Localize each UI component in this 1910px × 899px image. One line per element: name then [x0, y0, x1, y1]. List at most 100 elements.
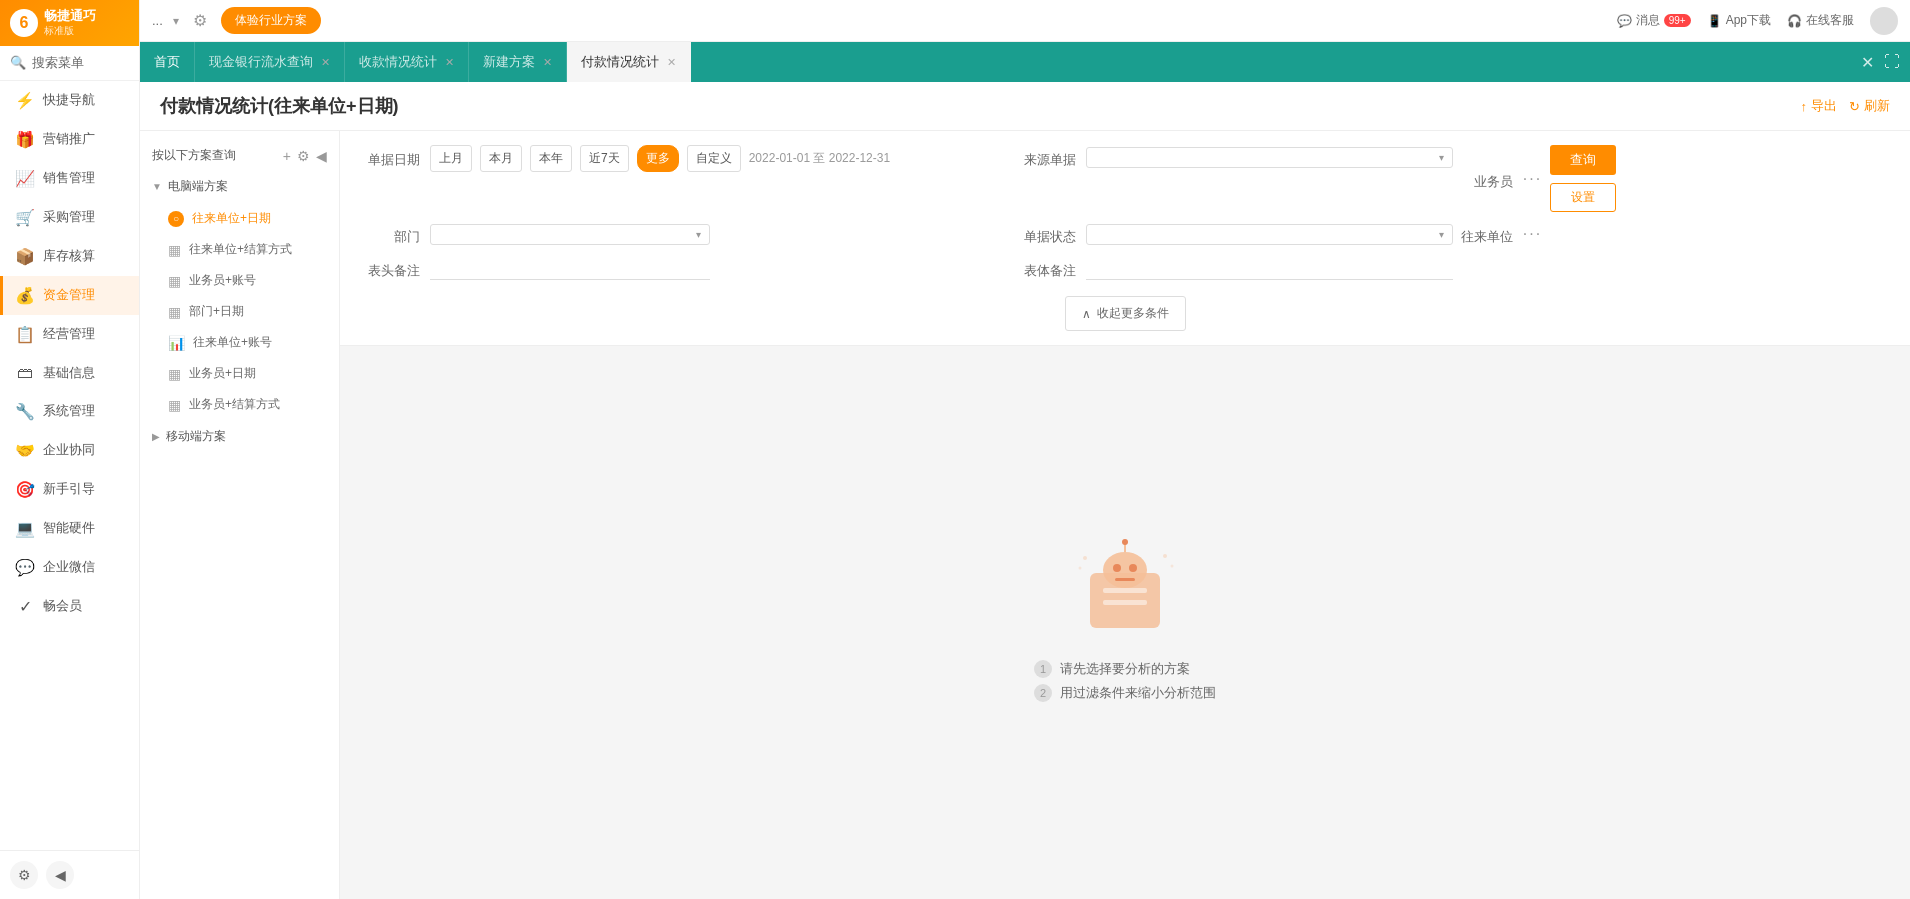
online-service-btn[interactable]: 🎧 在线客服 [1787, 12, 1854, 29]
settings-button[interactable]: 设置 [1550, 183, 1616, 212]
trial-btn[interactable]: 体验行业方案 [221, 7, 321, 34]
message-btn[interactable]: 💬 消息 99+ [1617, 12, 1691, 29]
header-note-input[interactable] [430, 257, 710, 280]
scheme-group-desktop: ▼ 电脑端方案 ○ 往来单位+日期 ▦ 往来单位+结算方式 ▦ 业务员+账号 [140, 170, 339, 420]
date-btn-custom[interactable]: 自定义 [687, 145, 741, 172]
tab-new[interactable]: 新建方案 ✕ [469, 42, 567, 82]
staff-select-dots[interactable]: ··· [1523, 170, 1542, 188]
sidebar-item-label: 营销推广 [43, 130, 95, 148]
app-version: 标准版 [44, 24, 96, 38]
scheme-settings-icon[interactable]: ⚙ [297, 148, 310, 164]
sidebar-item-operation[interactable]: 📋 经营管理 [0, 315, 139, 354]
tab-payment-close[interactable]: ✕ [667, 56, 676, 69]
staff-label: 业务员 [1453, 167, 1523, 191]
sidebar-item-system[interactable]: 🔧 系统管理 [0, 392, 139, 431]
svg-point-3 [1129, 564, 1137, 572]
tab-home[interactable]: 首页 [140, 42, 195, 82]
scheme-add-icon[interactable]: + [283, 148, 291, 164]
scheme-item-partner-date[interactable]: ○ 往来单位+日期 [140, 203, 339, 234]
scheme-item-partner-account[interactable]: 📊 往来单位+账号 [140, 327, 339, 358]
refresh-btn[interactable]: ↻ 刷新 [1849, 97, 1890, 115]
scheme-item-staff-settle[interactable]: ▦ 业务员+结算方式 [140, 389, 339, 420]
tab-cashflow[interactable]: 现金银行流水查询 ✕ [195, 42, 345, 82]
source-select[interactable]: ▾ [1086, 147, 1453, 168]
guide-icon: 🎯 [15, 480, 35, 499]
scheme-group-label: 移动端方案 [166, 428, 226, 445]
export-icon: ↑ [1801, 99, 1808, 114]
hint-num-1: 1 [1034, 660, 1052, 678]
header-note-label: 表头备注 [360, 256, 430, 280]
sidebar-item-inventory[interactable]: 📦 库存核算 [0, 237, 139, 276]
app-logo: 6 [10, 9, 38, 37]
inventory-icon: 📦 [15, 247, 35, 266]
user-avatar[interactable] [1870, 7, 1898, 35]
empty-hint-2: 2 用过滤条件来缩小分析范围 [1034, 684, 1216, 702]
scheme-group-mobile-header[interactable]: ▶ 移动端方案 [140, 420, 339, 453]
scheme-panel-icons: + ⚙ ◀ [283, 148, 327, 164]
empty-text: 1 请先选择要分析的方案 2 用过滤条件来缩小分析范围 [1034, 660, 1216, 708]
wechat-icon: 💬 [15, 558, 35, 577]
voucher-status-label: 单据状态 [1016, 222, 1086, 246]
tab-cashflow-label: 现金银行流水查询 [209, 53, 313, 71]
scheme-item-icon: ▦ [168, 304, 181, 320]
tab-receipt-label: 收款情况统计 [359, 53, 437, 71]
scheme-item-staff-account[interactable]: ▦ 业务员+账号 [140, 265, 339, 296]
tab-receipt-close[interactable]: ✕ [445, 56, 454, 69]
svg-point-9 [1083, 556, 1087, 560]
sidebar-item-sales[interactable]: 📈 销售管理 [0, 159, 139, 198]
voucher-status-select[interactable]: ▾ [1086, 224, 1453, 245]
sidebar-item-basic[interactable]: 🗃 基础信息 [0, 354, 139, 392]
scheme-item-partner-settle[interactable]: ▦ 往来单位+结算方式 [140, 234, 339, 265]
partner-label: 往来单位 [1453, 222, 1523, 246]
tab-cashflow-close[interactable]: ✕ [321, 56, 330, 69]
collapse-more-btn[interactable]: ∧ 收起更多条件 [1065, 296, 1186, 331]
topbar-dropdown-arrow[interactable]: ▾ [173, 14, 179, 28]
sidebar-item-finance[interactable]: 💰 资金管理 [0, 276, 139, 315]
scheme-item-dept-date[interactable]: ▦ 部门+日期 [140, 296, 339, 327]
scheme-panel-title: 按以下方案查询 [152, 147, 236, 164]
date-btn-this-month[interactable]: 本月 [480, 145, 522, 172]
topbar: ... ▾ ⚙ 体验行业方案 💬 消息 99+ 📱 App下载 🎧 在线客服 [140, 0, 1910, 42]
sidebar-item-hardware[interactable]: 💻 智能硬件 [0, 509, 139, 548]
sidebar-item-wechat[interactable]: 💬 企业微信 [0, 548, 139, 587]
sidebar-item-quicknav[interactable]: ⚡ 快捷导航 [0, 81, 139, 120]
sidebar-item-enterprise[interactable]: 🤝 企业协同 [0, 431, 139, 470]
date-btn-this-year[interactable]: 本年 [530, 145, 572, 172]
hint-num-2: 2 [1034, 684, 1052, 702]
app-download-btn[interactable]: 📱 App下载 [1707, 12, 1771, 29]
scheme-item-staff-date[interactable]: ▦ 业务员+日期 [140, 358, 339, 389]
sidebar-settings-btn[interactable]: ⚙ [10, 861, 38, 889]
scheme-collapse-icon[interactable]: ◀ [316, 148, 327, 164]
topbar-settings-icon[interactable]: ⚙ [189, 7, 211, 34]
sidebar-item-marketing[interactable]: 🎁 营销推广 [0, 120, 139, 159]
date-btn-last-month[interactable]: 上月 [430, 145, 472, 172]
body-note-input[interactable] [1086, 257, 1453, 280]
date-btn-more[interactable]: 更多 [637, 145, 679, 172]
export-btn[interactable]: ↑ 导出 [1801, 97, 1838, 115]
scheme-panel-header: 按以下方案查询 + ⚙ ◀ [140, 141, 339, 170]
sidebar-item-member[interactable]: ✓ 畅会员 [0, 587, 139, 626]
sidebar-item-purchase[interactable]: 🛒 采购管理 [0, 198, 139, 237]
sidebar-item-guide[interactable]: 🎯 新手引导 [0, 470, 139, 509]
date-filter-content: 上月 本月 本年 近7天 更多 自定义 2022-01-01 至 2022-12… [430, 145, 1016, 172]
partner-select-dots[interactable]: ··· [1523, 225, 1542, 243]
empty-hint-1: 1 请先选择要分析的方案 [1034, 660, 1216, 678]
sidebar-item-label: 畅会员 [43, 597, 82, 615]
marketing-icon: 🎁 [15, 130, 35, 149]
scheme-group-desktop-header[interactable]: ▼ 电脑端方案 [140, 170, 339, 203]
hardware-icon: 💻 [15, 519, 35, 538]
sidebar-collapse-btn[interactable]: ◀ [46, 861, 74, 889]
tab-payment[interactable]: 付款情况统计 ✕ [567, 42, 691, 82]
data-area: 1 请先选择要分析的方案 2 用过滤条件来缩小分析范围 [340, 346, 1910, 899]
scheme-item-icon: ▦ [168, 397, 181, 413]
tabbar-close-btn[interactable]: ✕ [1861, 53, 1874, 72]
dept-select[interactable]: ▾ [430, 224, 710, 245]
search-menu[interactable]: 🔍 搜索菜单 [0, 46, 139, 81]
query-button[interactable]: 查询 [1550, 145, 1616, 175]
tab-receipt[interactable]: 收款情况统计 ✕ [345, 42, 469, 82]
date-btn-7days[interactable]: 近7天 [580, 145, 629, 172]
tabbar-expand-btn[interactable]: ⛶ [1884, 53, 1900, 71]
sidebar-item-label: 基础信息 [43, 364, 95, 382]
tab-new-close[interactable]: ✕ [543, 56, 552, 69]
scheme-item-label: 业务员+日期 [189, 365, 256, 382]
